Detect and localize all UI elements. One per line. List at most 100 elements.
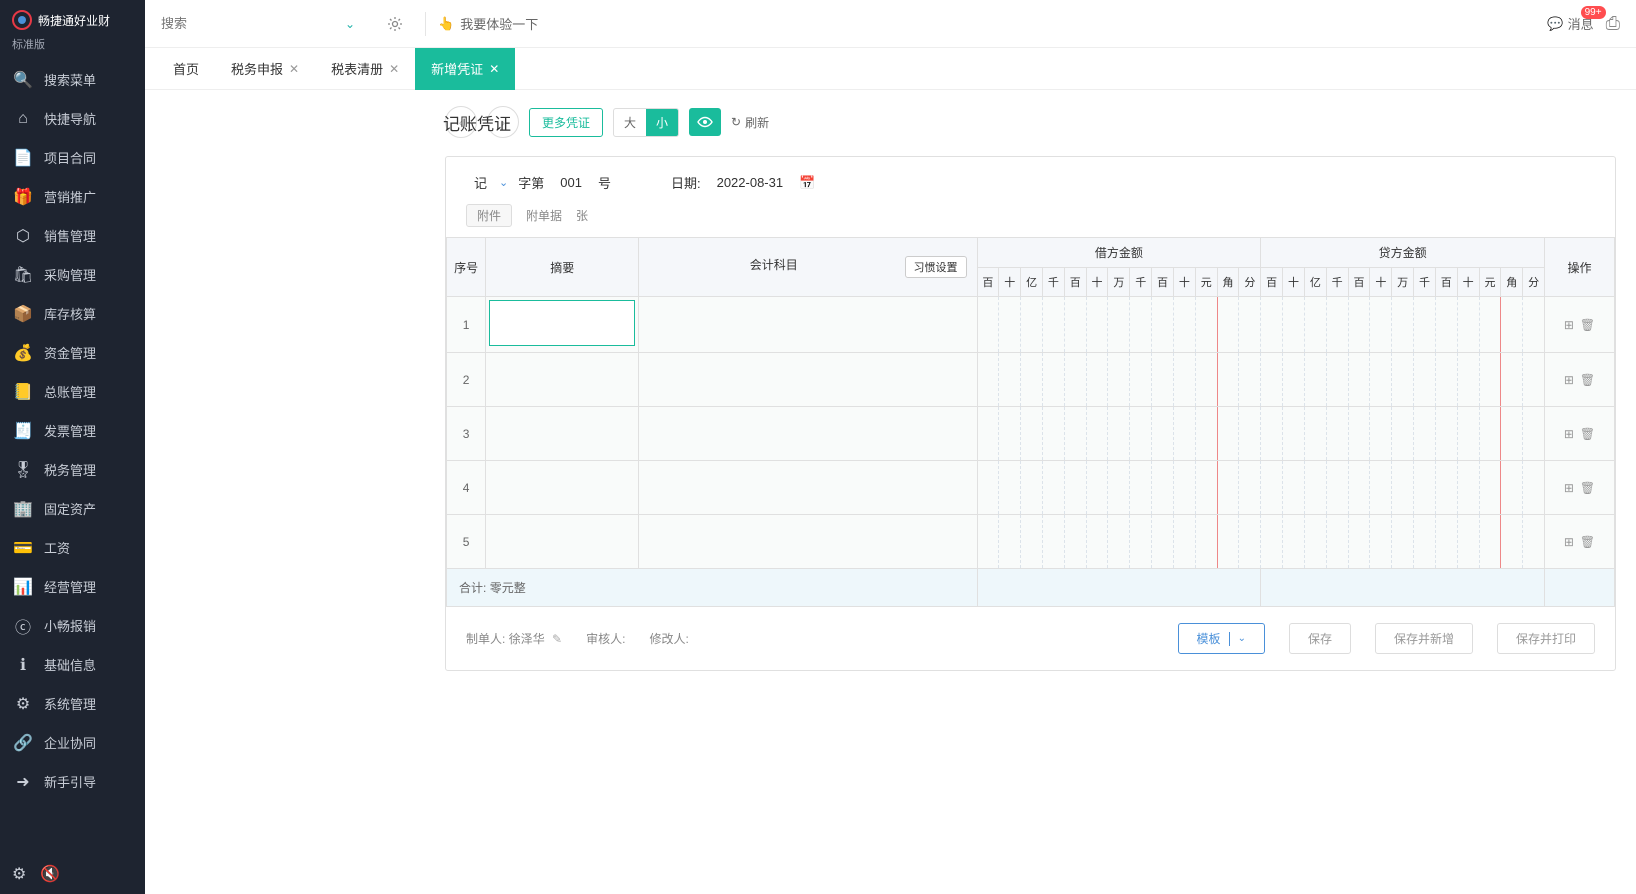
digit-cell[interactable] [1370,297,1392,353]
save-new-button[interactable]: 保存并新增 [1375,623,1473,654]
digit-cell[interactable] [1457,297,1479,353]
digit-cell[interactable] [1326,461,1348,515]
digit-cell[interactable] [1457,407,1479,461]
digit-cell[interactable] [999,353,1021,407]
panel-collapse-icon[interactable]: ⎙ [1602,13,1624,34]
digit-cell[interactable] [1501,515,1523,569]
sidebar-item-4[interactable]: ⬡销售管理 [0,216,145,255]
digit-cell[interactable] [977,297,999,353]
digit-cell[interactable] [1021,515,1043,569]
digit-cell[interactable] [1261,297,1283,353]
digit-cell[interactable] [1064,407,1086,461]
digit-cell[interactable] [1283,407,1305,461]
digit-cell[interactable] [1523,297,1545,353]
sidebar-item-17[interactable]: 🔗企业协同 [0,723,145,762]
size-large-button[interactable]: 大 [614,109,646,136]
digit-cell[interactable] [1042,407,1064,461]
tab-3[interactable]: 新增凭证✕ [415,48,515,90]
copy-row-icon[interactable]: ⊞ [1564,318,1574,332]
account-cell[interactable] [639,515,977,569]
digit-cell[interactable] [1304,407,1326,461]
digit-cell[interactable] [1326,297,1348,353]
digit-cell[interactable] [1457,515,1479,569]
size-small-button[interactable]: 小 [646,109,678,136]
voucher-date[interactable]: 2022-08-31 [711,173,790,192]
digit-cell[interactable] [1195,515,1217,569]
digit-cell[interactable] [1392,297,1414,353]
digit-cell[interactable] [1195,407,1217,461]
digit-cell[interactable] [1217,515,1239,569]
sidebar-item-0[interactable]: 🔍搜索菜单 [0,60,145,99]
summary-cell[interactable] [486,297,639,353]
tab-close-icon[interactable]: ✕ [289,62,299,76]
tab-2[interactable]: 税表清册✕ [315,48,415,90]
copy-row-icon[interactable]: ⊞ [1564,427,1574,441]
digit-cell[interactable] [1304,297,1326,353]
digit-cell[interactable] [1348,407,1370,461]
digit-cell[interactable] [1392,353,1414,407]
digit-cell[interactable] [1479,407,1501,461]
digit-cell[interactable] [1501,407,1523,461]
delete-row-icon[interactable]: 🗑 [1580,427,1595,441]
digit-cell[interactable] [1326,515,1348,569]
digit-cell[interactable] [1392,461,1414,515]
digit-cell[interactable] [1173,297,1195,353]
digit-cell[interactable] [1479,461,1501,515]
settings-icon[interactable]: ⚙ [12,864,26,884]
digit-cell[interactable] [977,515,999,569]
digit-cell[interactable] [1108,297,1130,353]
digit-cell[interactable] [1064,297,1086,353]
digit-cell[interactable] [1152,515,1174,569]
search-input[interactable] [157,10,337,37]
digit-cell[interactable] [1501,297,1523,353]
calendar-icon[interactable]: 📅 [799,175,815,191]
digit-cell[interactable] [1304,461,1326,515]
digit-cell[interactable] [1042,297,1064,353]
sidebar-item-11[interactable]: 🏢固定资产 [0,489,145,528]
digit-cell[interactable] [1152,297,1174,353]
save-print-button[interactable]: 保存并打印 [1497,623,1595,654]
template-button[interactable]: 模板 ⌄ [1178,623,1265,654]
digit-cell[interactable] [1152,353,1174,407]
digit-cell[interactable] [1370,515,1392,569]
digit-cell[interactable] [1261,353,1283,407]
digit-cell[interactable] [1042,353,1064,407]
sidebar-item-16[interactable]: ⚙系统管理 [0,684,145,723]
digit-cell[interactable] [1414,353,1436,407]
tab-close-icon[interactable]: ✕ [489,62,499,76]
sidebar-item-3[interactable]: 🎁营销推广 [0,177,145,216]
digit-cell[interactable] [1370,353,1392,407]
delete-row-icon[interactable]: 🗑 [1580,481,1595,495]
digit-cell[interactable] [1064,353,1086,407]
digit-cell[interactable] [1152,407,1174,461]
delete-row-icon[interactable]: 🗑 [1580,535,1595,549]
digit-cell[interactable] [1479,515,1501,569]
summary-cell[interactable] [486,353,639,407]
digit-cell[interactable] [1195,297,1217,353]
try-link[interactable]: 👆 我要体验一下 [438,14,538,33]
digit-cell[interactable] [1217,407,1239,461]
sidebar-item-9[interactable]: 🧾发票管理 [0,411,145,450]
digit-cell[interactable] [1283,297,1305,353]
digit-cell[interactable] [1239,515,1261,569]
digit-cell[interactable] [1457,353,1479,407]
digit-cell[interactable] [1283,515,1305,569]
digit-cell[interactable] [1435,297,1457,353]
digit-cell[interactable] [1021,461,1043,515]
sidebar-item-12[interactable]: 💳工资 [0,528,145,567]
digit-cell[interactable] [1130,515,1152,569]
summary-cell[interactable] [486,461,639,515]
digit-cell[interactable] [1261,407,1283,461]
digit-cell[interactable] [1086,515,1108,569]
account-cell[interactable] [639,461,977,515]
digit-cell[interactable] [999,407,1021,461]
sidebar-item-2[interactable]: 📄项目合同 [0,138,145,177]
digit-cell[interactable] [1217,297,1239,353]
digit-cell[interactable] [1108,515,1130,569]
sidebar-item-6[interactable]: 📦库存核算 [0,294,145,333]
gear-icon[interactable] [377,16,413,32]
copy-row-icon[interactable]: ⊞ [1564,535,1574,549]
digit-cell[interactable] [1392,515,1414,569]
digit-cell[interactable] [1086,461,1108,515]
digit-cell[interactable] [1370,407,1392,461]
